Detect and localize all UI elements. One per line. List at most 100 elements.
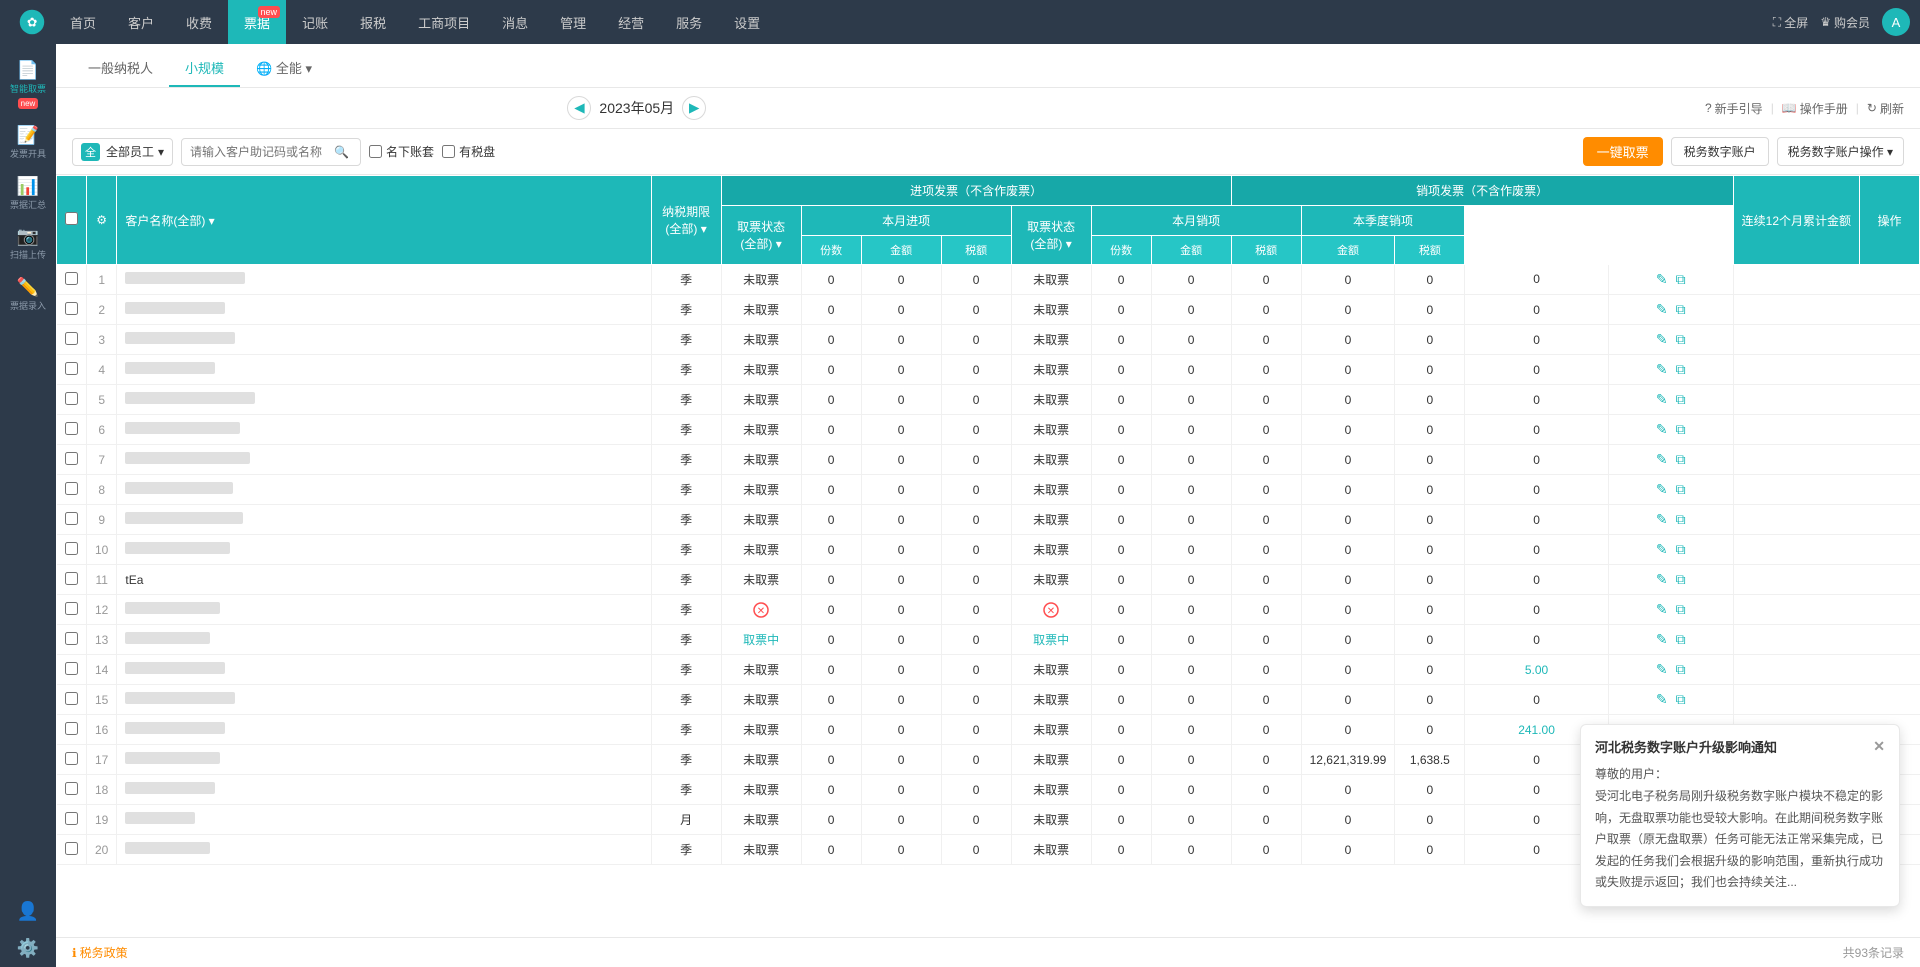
taxdisk-checkbox-label[interactable]: 有税盘: [442, 143, 495, 160]
row-checkbox[interactable]: [57, 565, 87, 595]
sidebar-item-ticket-summary[interactable]: 📊 票据汇总: [0, 168, 56, 219]
staff-filter[interactable]: 全 全部员工 ▾: [72, 138, 173, 166]
nav-settings[interactable]: 设置: [718, 0, 776, 44]
edit-icon[interactable]: ✎: [1656, 451, 1668, 468]
row-checkbox[interactable]: [57, 775, 87, 805]
vip-btn[interactable]: ♛ 购会员: [1820, 14, 1870, 31]
row-checkbox[interactable]: [57, 295, 87, 325]
popup-close-button[interactable]: ✕: [1873, 738, 1885, 755]
taxdisk-checkbox[interactable]: [442, 145, 455, 158]
th-period[interactable]: 纳税期限(全部) ▾: [651, 176, 721, 265]
digital-account-op-button[interactable]: 税务数字账户操作 ▾: [1777, 137, 1904, 166]
copy-icon[interactable]: ⧉: [1676, 391, 1686, 408]
customer-name[interactable]: [117, 685, 651, 715]
one-click-fetch-button[interactable]: 一键取票: [1583, 137, 1663, 166]
nav-bizproject[interactable]: 工商项目: [402, 0, 486, 44]
manual-btn[interactable]: 📖 操作手册: [1782, 100, 1848, 117]
refresh-btn[interactable]: ↻ 刷新: [1867, 100, 1904, 117]
customer-name[interactable]: [117, 625, 651, 655]
edit-icon[interactable]: ✎: [1656, 271, 1668, 288]
digital-account-button[interactable]: 税务数字账户: [1671, 137, 1769, 166]
row-checkbox[interactable]: [57, 805, 87, 835]
sidebar-item-ticket-entry[interactable]: ✏️ 票据录入: [0, 269, 56, 320]
row-checkbox[interactable]: [57, 475, 87, 505]
nav-message[interactable]: 消息: [486, 0, 544, 44]
copy-icon[interactable]: ⧉: [1676, 301, 1686, 318]
nav-operation[interactable]: 经营: [602, 0, 660, 44]
tab-general-taxpayer[interactable]: 一般纳税人: [72, 50, 169, 87]
tab-all-capable[interactable]: 🌐 全能 ▾: [240, 50, 328, 87]
nav-tax[interactable]: 报税: [344, 0, 402, 44]
copy-icon[interactable]: ⧉: [1676, 331, 1686, 348]
fullscreen-btn[interactable]: ⛶ 全屏: [1773, 14, 1808, 31]
sidebar-item-scan-upload[interactable]: 📷 扫描上传: [0, 218, 56, 269]
row-checkbox[interactable]: [57, 265, 87, 295]
customer-name[interactable]: [117, 715, 651, 745]
th-customer[interactable]: 客户名称(全部) ▾: [117, 176, 651, 265]
row-checkbox[interactable]: [57, 685, 87, 715]
copy-icon[interactable]: ⧉: [1676, 571, 1686, 588]
row-checkbox[interactable]: [57, 415, 87, 445]
copy-icon[interactable]: ⧉: [1676, 661, 1686, 678]
edit-icon[interactable]: ✎: [1656, 481, 1668, 498]
customer-name[interactable]: [117, 595, 651, 625]
period-next-button[interactable]: ▶: [682, 96, 706, 120]
copy-icon[interactable]: ⧉: [1676, 691, 1686, 708]
select-all-checkbox[interactable]: [65, 212, 78, 225]
row-checkbox[interactable]: [57, 355, 87, 385]
customer-name[interactable]: [117, 745, 651, 775]
edit-icon[interactable]: ✎: [1656, 331, 1668, 348]
myaccount-checkbox[interactable]: [369, 145, 382, 158]
customer-name[interactable]: [117, 835, 651, 865]
nav-manage[interactable]: 管理: [544, 0, 602, 44]
customer-name[interactable]: [117, 265, 651, 295]
edit-icon[interactable]: ✎: [1656, 361, 1668, 378]
myaccount-checkbox-label[interactable]: 名下账套: [369, 143, 434, 160]
app-logo[interactable]: ✿: [10, 0, 54, 44]
edit-icon[interactable]: ✎: [1656, 301, 1668, 318]
customer-name[interactable]: [117, 505, 651, 535]
copy-icon[interactable]: ⧉: [1676, 421, 1686, 438]
row-checkbox[interactable]: [57, 505, 87, 535]
customer-name[interactable]: [117, 325, 651, 355]
customer-name[interactable]: [117, 385, 651, 415]
tax-policy-link[interactable]: ℹ 税务政策: [72, 944, 128, 961]
user-avatar[interactable]: A: [1882, 8, 1910, 36]
copy-icon[interactable]: ⧉: [1676, 481, 1686, 498]
search-input[interactable]: [190, 145, 330, 159]
guide-btn[interactable]: ? 新手引导: [1705, 100, 1763, 117]
row-checkbox[interactable]: [57, 535, 87, 565]
copy-icon[interactable]: ⧉: [1676, 541, 1686, 558]
edit-icon[interactable]: ✎: [1656, 601, 1668, 618]
nav-bookkeeping[interactable]: 记账: [286, 0, 344, 44]
edit-icon[interactable]: ✎: [1656, 511, 1668, 528]
sidebar-item-user[interactable]: 👤: [0, 893, 56, 930]
customer-name[interactable]: [117, 415, 651, 445]
row-checkbox[interactable]: [57, 625, 87, 655]
copy-icon[interactable]: ⧉: [1676, 451, 1686, 468]
customer-name[interactable]: [117, 805, 651, 835]
row-checkbox[interactable]: [57, 325, 87, 355]
nav-ticket[interactable]: 票据 new: [228, 0, 286, 44]
row-checkbox[interactable]: [57, 385, 87, 415]
setting-icon[interactable]: ⚙: [96, 213, 107, 227]
copy-icon[interactable]: ⧉: [1676, 271, 1686, 288]
customer-name[interactable]: [117, 535, 651, 565]
th-in-status[interactable]: 取票状态(全部) ▾: [721, 206, 801, 265]
customer-name[interactable]: tEa: [117, 565, 651, 595]
edit-icon[interactable]: ✎: [1656, 541, 1668, 558]
row-checkbox[interactable]: [57, 445, 87, 475]
row-checkbox[interactable]: [57, 745, 87, 775]
customer-name[interactable]: [117, 295, 651, 325]
copy-icon[interactable]: ⧉: [1676, 601, 1686, 618]
customer-name[interactable]: [117, 445, 651, 475]
customer-name[interactable]: [117, 655, 651, 685]
row-checkbox[interactable]: [57, 835, 87, 865]
nav-service[interactable]: 服务: [660, 0, 718, 44]
nav-customer[interactable]: 客户: [112, 0, 170, 44]
edit-icon[interactable]: ✎: [1656, 391, 1668, 408]
tab-small-scale[interactable]: 小规模: [169, 50, 240, 87]
search-box[interactable]: 🔍: [181, 138, 361, 166]
edit-icon[interactable]: ✎: [1656, 421, 1668, 438]
copy-icon[interactable]: ⧉: [1676, 631, 1686, 648]
